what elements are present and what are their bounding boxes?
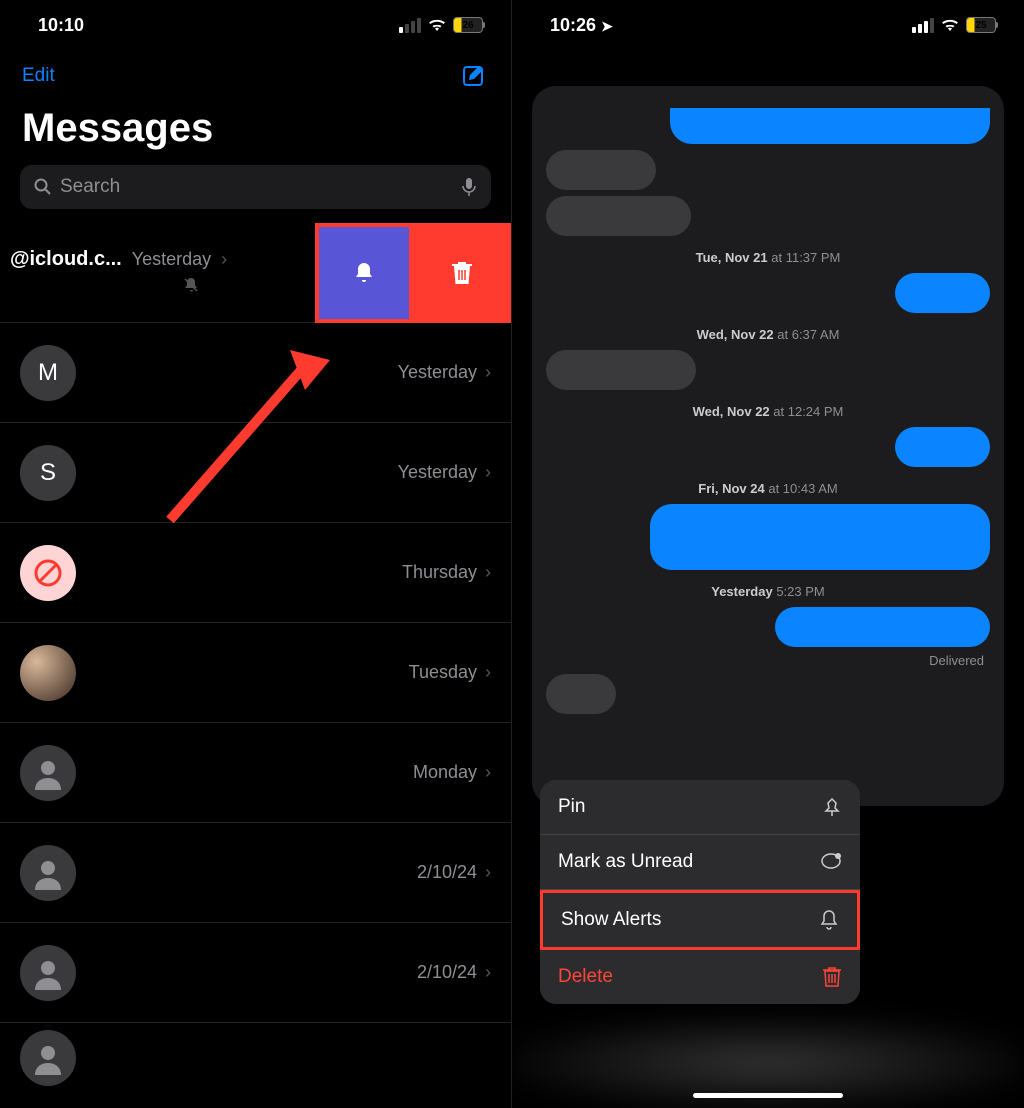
battery-indicator: 25 [966, 17, 996, 33]
chevron-right-icon: › [485, 762, 491, 783]
avatar-generic [20, 945, 76, 1001]
avatar: S [20, 445, 76, 501]
menu-item-mark-unread[interactable]: Mark as Unread [540, 835, 860, 890]
timestamp: Tue, Nov 21 at 11:37 PM [546, 250, 990, 265]
swipe-alerts-button[interactable] [315, 223, 413, 323]
chat-bubble-icon [820, 852, 842, 872]
conversation-row-swiped[interactable]: @icloud.c... Yesterday › [0, 223, 511, 323]
conversation-time: Yesterday [398, 462, 477, 483]
conversation-row[interactable]: Monday › [0, 723, 511, 823]
search-input[interactable]: Search [20, 165, 491, 209]
messages-list-screen: 10:10 26 Edit Messages Search @icloud.c.… [0, 0, 512, 1108]
conversation-time: Tuesday [409, 662, 477, 683]
location-arrow-icon: ➤ [601, 18, 613, 34]
chevron-right-icon: › [485, 862, 491, 883]
menu-item-show-alerts[interactable]: Show Alerts [540, 890, 860, 950]
conversation-row[interactable]: 2/10/24 › [0, 823, 511, 923]
sent-bubble[interactable] [775, 607, 990, 647]
cellular-signal-icon [912, 18, 934, 33]
wifi-icon [427, 18, 447, 32]
wifi-icon [940, 18, 960, 32]
sent-bubble[interactable] [670, 108, 990, 144]
timestamp: Fri, Nov 24 at 10:43 AM [546, 481, 990, 496]
battery-indicator: 26 [453, 17, 483, 33]
conversation-row[interactable]: Tuesday › [0, 623, 511, 723]
status-time: 10:10 [38, 15, 84, 36]
home-indicator[interactable] [693, 1093, 843, 1098]
conversation-name: @icloud.c... [10, 248, 122, 271]
conversation-list: @icloud.c... Yesterday › M Yesterday › [0, 223, 511, 1108]
edit-button[interactable]: Edit [22, 65, 55, 87]
sent-bubble[interactable] [895, 273, 990, 313]
context-menu: Pin Mark as Unread Show Alerts Delete [540, 780, 860, 1004]
search-placeholder: Search [60, 176, 453, 198]
menu-item-pin[interactable]: Pin [540, 780, 860, 835]
message-thread[interactable]: Tue, Nov 21 at 11:37 PM Wed, Nov 22 at 6… [532, 86, 1004, 806]
chevron-right-icon: › [485, 562, 491, 583]
swipe-actions [315, 223, 511, 323]
status-bar: 10:10 26 [0, 0, 511, 50]
conversation-time: Yesterday [398, 362, 477, 383]
received-bubble[interactable] [546, 350, 696, 390]
timestamp: Wed, Nov 22 at 12:24 PM [546, 404, 990, 419]
trash-icon [822, 966, 842, 988]
chevron-right-icon: › [221, 249, 227, 270]
blocked-icon [32, 557, 64, 589]
conversation-time: Monday [413, 762, 477, 783]
bell-icon [352, 261, 376, 285]
conversation-time: Thursday [402, 562, 477, 583]
compose-icon[interactable] [461, 62, 489, 90]
status-indicators: 26 [399, 17, 483, 33]
bell-icon [819, 909, 839, 931]
delivered-label: Delivered [546, 653, 990, 668]
microphone-icon[interactable] [461, 177, 477, 197]
conversation-row[interactable]: M Yesterday › [0, 323, 511, 423]
chevron-right-icon: › [485, 662, 491, 683]
conversation-row[interactable]: S Yesterday › [0, 423, 511, 523]
timestamp: Wed, Nov 22 at 6:37 AM [546, 327, 990, 342]
received-bubble[interactable] [546, 196, 691, 236]
conversation-time: Yesterday [132, 249, 211, 270]
chevron-right-icon: › [485, 362, 491, 383]
avatar: M [20, 345, 76, 401]
avatar-blocked [20, 545, 76, 601]
conversation-info: @icloud.c... Yesterday › [10, 248, 227, 298]
timestamp: Yesterday 5:23 PM [546, 584, 990, 599]
menu-item-delete[interactable]: Delete [540, 950, 860, 1004]
trash-icon [450, 260, 474, 286]
avatar-generic [20, 845, 76, 901]
muted-bell-icon [183, 277, 199, 293]
conversation-row[interactable]: 2/10/24 › [0, 923, 511, 1023]
avatar-generic [20, 745, 76, 801]
nav-bar: Edit [0, 50, 511, 98]
status-indicators: 25 [912, 17, 996, 33]
avatar-generic [20, 1030, 76, 1086]
status-time: 10:26 ➤ [550, 15, 613, 36]
received-bubble[interactable] [546, 674, 616, 714]
swipe-delete-button[interactable] [413, 223, 511, 323]
conversation-time: 2/10/24 [417, 962, 477, 983]
search-icon [34, 178, 52, 196]
chevron-right-icon: › [485, 962, 491, 983]
status-bar: 10:26 ➤ 25 [512, 0, 1024, 50]
cellular-signal-icon [399, 18, 421, 33]
sent-bubble[interactable] [895, 427, 990, 467]
pin-icon [822, 797, 842, 817]
conversation-row[interactable] [0, 1023, 511, 1108]
avatar-memoji [20, 645, 76, 701]
chevron-right-icon: › [485, 462, 491, 483]
received-bubble[interactable] [546, 150, 656, 190]
conversation-time: 2/10/24 [417, 862, 477, 883]
conversation-row[interactable]: Thursday › [0, 523, 511, 623]
page-title: Messages [0, 98, 511, 165]
sent-bubble[interactable] [650, 504, 990, 570]
